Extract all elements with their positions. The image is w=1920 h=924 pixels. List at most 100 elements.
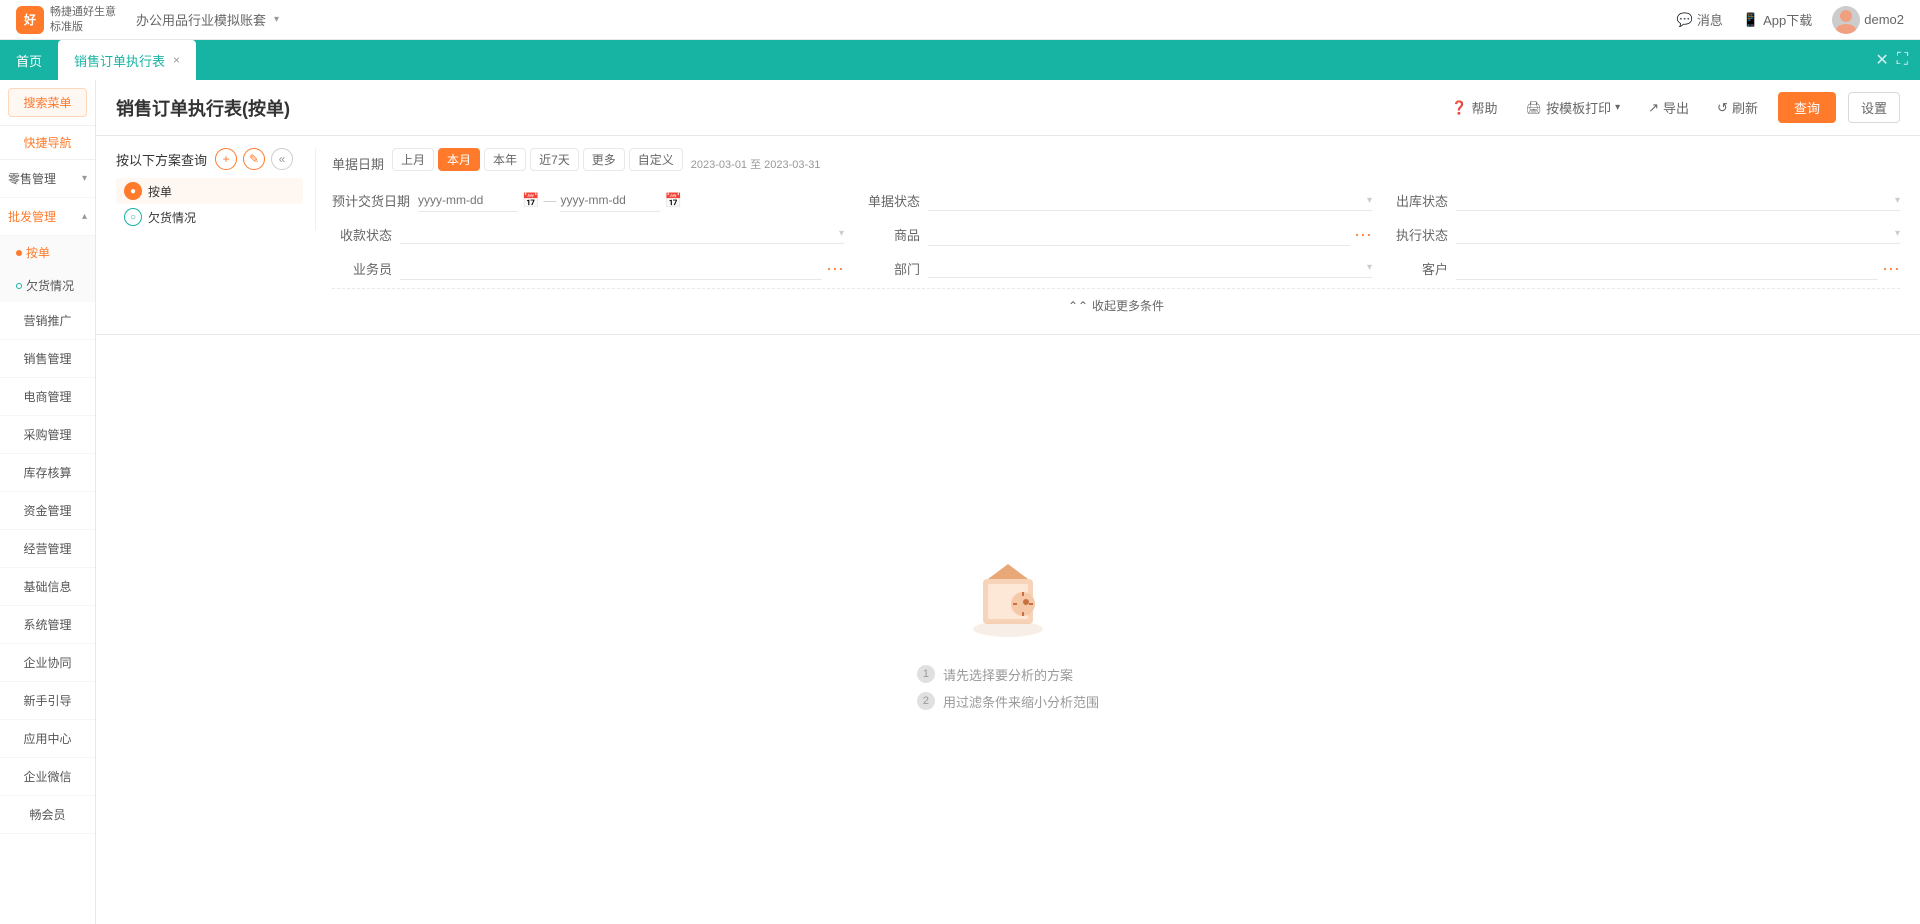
salesperson-more-icon[interactable]: ···	[826, 258, 844, 279]
product-more-icon[interactable]: ···	[1354, 224, 1372, 245]
date-7days-button[interactable]: 近7天	[530, 148, 579, 171]
window-close-icon[interactable]: ✕	[1875, 50, 1888, 70]
expected-date-start-input[interactable]	[418, 189, 518, 212]
empty-illustration	[958, 549, 1058, 649]
sidebar-item-guide[interactable]: 新手引导	[0, 682, 95, 720]
query-button[interactable]: 查询	[1778, 92, 1836, 123]
sidebar-sub-wholesale: 按单 欠货情况	[0, 236, 95, 302]
tab-sales-order[interactable]: 销售订单执行表 ×	[58, 40, 196, 80]
sidebar-item-inventory[interactable]: 库存核算	[0, 454, 95, 492]
outbound-status-dropdown-icon: ▾	[1895, 195, 1900, 206]
payment-status-control: ▾	[400, 224, 844, 244]
export-button[interactable]: ↗ 导出	[1640, 94, 1697, 121]
logo-area: 好 畅捷通好生意 标准版	[16, 5, 116, 34]
collapse-button[interactable]: ⌃⌃ 收起更多条件	[1068, 297, 1164, 314]
date-end-icon[interactable]: 📅	[664, 192, 681, 209]
tab-home[interactable]: 首页	[0, 40, 58, 80]
outbound-status-control: ▾	[1456, 191, 1900, 211]
sidebar-search-area: 搜索菜单	[0, 80, 95, 126]
date-last-month-button[interactable]: 上月	[392, 148, 434, 171]
date-start-icon[interactable]: 📅	[522, 192, 539, 209]
edit-scheme-button[interactable]: ✎	[243, 148, 265, 170]
content-area: 销售订单执行表(按单) ❓ 帮助 🖨 按模板打印 ▾ ↗ 导出 ↺ 刷新	[96, 80, 1920, 924]
app-download-button[interactable]: 📱 App下载	[1743, 10, 1812, 29]
user-area[interactable]: demo2	[1832, 6, 1904, 34]
sidebar-item-finance[interactable]: 资金管理	[0, 492, 95, 530]
product-control: ···	[928, 222, 1372, 246]
date-this-month-button[interactable]: 本月	[438, 148, 480, 171]
settings-button[interactable]: 设置	[1848, 92, 1900, 123]
payment-status-dropdown-icon: ▾	[839, 228, 844, 239]
filter-row: 按以下方案查询 + ✎ « ● 按单 ○ 欠货情况	[116, 148, 1900, 322]
print-dropdown-icon[interactable]: ▾	[1615, 102, 1620, 113]
doc-status-select[interactable]: ▾	[928, 191, 1372, 211]
date-custom-button[interactable]: 自定义	[629, 148, 683, 171]
filter-item-doc-status: 单据状态 ▾	[860, 189, 1372, 212]
sidebar-sub-item-by-order[interactable]: 按单	[0, 236, 95, 269]
collapse-scheme-button[interactable]: «	[271, 148, 293, 170]
sidebar-item-app-center[interactable]: 应用中心	[0, 720, 95, 758]
exec-status-dropdown-icon: ▾	[1895, 228, 1900, 239]
outbound-status-select[interactable]: ▾	[1456, 191, 1900, 211]
sidebar-item-enterprise[interactable]: 企业协同	[0, 644, 95, 682]
expected-date-end-input[interactable]	[560, 189, 660, 212]
page-header-actions: ❓ 帮助 🖨 按模板打印 ▾ ↗ 导出 ↺ 刷新 查询 设置	[1443, 92, 1900, 123]
department-control: ▾	[928, 258, 1372, 278]
sidebar-item-retail[interactable]: 零售管理 ▾	[0, 160, 95, 198]
doc-status-dropdown-icon: ▾	[1367, 195, 1372, 206]
doc-status-control[interactable]: ▾	[928, 191, 1372, 211]
add-scheme-button[interactable]: +	[215, 148, 237, 170]
nav-tab-actions: ✕ ⛶	[1875, 50, 1920, 70]
window-maximize-icon[interactable]: ⛶	[1897, 51, 1908, 69]
download-icon: 📱	[1743, 12, 1759, 28]
sidebar-item-basic-info[interactable]: 基础信息	[0, 568, 95, 606]
filter-scheme-title: 按以下方案查询 + ✎ «	[116, 148, 303, 170]
outbound-status-label: 出库状态	[1388, 191, 1448, 210]
department-select[interactable]: ▾	[928, 258, 1372, 278]
sidebar-item-wechat[interactable]: 企业微信	[0, 758, 95, 796]
product-input[interactable]	[928, 222, 1350, 246]
tip-num-2: 2	[917, 692, 935, 710]
message-button[interactable]: 💬 消息	[1677, 10, 1723, 29]
customer-input[interactable]	[1456, 256, 1878, 280]
sidebar-item-ecommerce[interactable]: 电商管理	[0, 378, 95, 416]
refresh-button[interactable]: ↺ 刷新	[1709, 94, 1766, 121]
tab-close-icon[interactable]: ×	[173, 53, 180, 67]
sidebar-item-system[interactable]: 系统管理	[0, 606, 95, 644]
doc-status-label: 单据状态	[860, 191, 920, 210]
sidebar-item-sales[interactable]: 销售管理	[0, 340, 95, 378]
help-icon: ❓	[1451, 100, 1467, 116]
scheme-item-shortage[interactable]: ○ 欠货情况	[116, 204, 303, 230]
main-layout: 搜索菜单 快捷导航 零售管理 ▾ 批发管理 ▴ 按单 欠货情况 营销推广 销售管…	[0, 80, 1920, 924]
sidebar-item-quick-nav[interactable]: 快捷导航	[0, 126, 95, 160]
sidebar-sub-item-shortage[interactable]: 欠货情况	[0, 269, 95, 302]
date-more-button[interactable]: 更多	[583, 148, 625, 171]
collapse-bar: ⌃⌃ 收起更多条件	[332, 288, 1900, 322]
refresh-icon: ↺	[1717, 100, 1728, 116]
filter-item-outbound-status: 出库状态 ▾	[1388, 189, 1900, 212]
payment-status-select[interactable]: ▾	[400, 224, 844, 244]
customer-more-icon[interactable]: ···	[1882, 258, 1900, 279]
filter-scheme-actions: + ✎ «	[215, 148, 293, 170]
salesperson-input[interactable]	[400, 256, 822, 280]
app-title-dropdown-icon[interactable]: ▾	[274, 14, 279, 25]
user-name[interactable]: demo2	[1864, 12, 1904, 27]
sidebar-item-marketing[interactable]: 营销推广	[0, 302, 95, 340]
page-header: 销售订单执行表(按单) ❓ 帮助 🖨 按模板打印 ▾ ↗ 导出 ↺ 刷新	[96, 80, 1920, 136]
date-divider: —	[543, 193, 556, 208]
exec-status-select[interactable]: ▾	[1456, 224, 1900, 244]
sidebar-item-wholesale[interactable]: 批发管理 ▴	[0, 198, 95, 236]
sidebar-item-operations[interactable]: 经营管理	[0, 530, 95, 568]
print-button[interactable]: 🖨 按模板打印 ▾	[1518, 94, 1629, 121]
sidebar-item-member[interactable]: 畅会员	[0, 796, 95, 834]
search-menu-button[interactable]: 搜索菜单	[8, 88, 87, 117]
date-this-year-button[interactable]: 本年	[484, 148, 526, 171]
filter-item-customer: 客户 ···	[1388, 256, 1900, 280]
filter-right-panel: 单据日期 上月 本月 本年 近7天 更多 自定义 2023-03-01 至 20…	[316, 148, 1900, 322]
sidebar-item-purchase[interactable]: 采购管理	[0, 416, 95, 454]
scheme-outline-icon: ○	[124, 208, 142, 226]
outline-dot-icon	[16, 283, 22, 289]
customer-label: 客户	[1388, 259, 1448, 278]
help-button[interactable]: ❓ 帮助	[1443, 94, 1505, 121]
scheme-item-by-order[interactable]: ● 按单	[116, 178, 303, 204]
